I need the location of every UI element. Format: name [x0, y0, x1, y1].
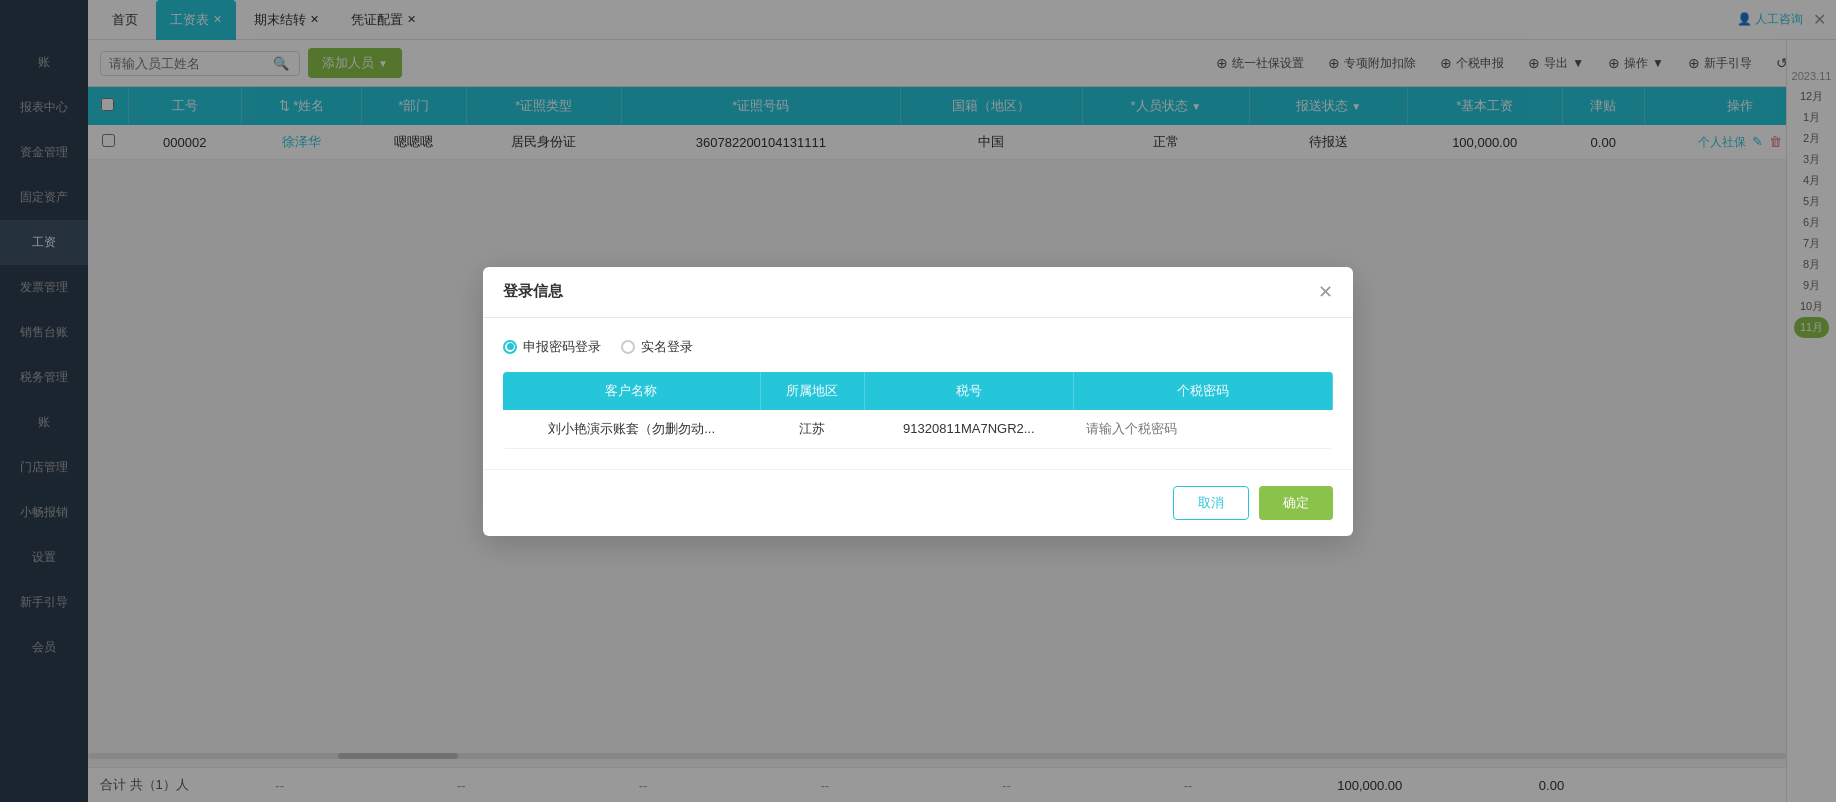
dialog-title: 登录信息: [503, 282, 563, 301]
radio-password-circle: [503, 340, 517, 354]
password-input[interactable]: [1086, 421, 1321, 436]
dialog-table-row: 刘小艳演示账套（勿删勿动... 江苏 91320811MA7NGR2...: [503, 410, 1333, 449]
radio-password-login[interactable]: 申报密码登录: [503, 338, 601, 356]
dialog-cell-taxid: 91320811MA7NGR2...: [864, 410, 1074, 449]
dialog-footer: 取消 确定: [483, 469, 1353, 536]
radio-group: 申报密码登录 实名登录: [503, 338, 1333, 356]
dialog-close-btn[interactable]: ✕: [1318, 281, 1333, 303]
dialog-overlay: 登录信息 ✕ 申报密码登录 实名登录 客户名称 所属: [0, 0, 1836, 802]
dialog-col-region: 所属地区: [760, 372, 864, 410]
confirm-button[interactable]: 确定: [1259, 486, 1333, 520]
radio-realname-circle: [621, 340, 635, 354]
dialog-cell-region: 江苏: [760, 410, 864, 449]
dialog-body: 申报密码登录 实名登录 客户名称 所属地区 税号 个税密码: [483, 318, 1353, 469]
radio-realname-login[interactable]: 实名登录: [621, 338, 693, 356]
dialog-col-taxid: 税号: [864, 372, 1074, 410]
login-dialog: 登录信息 ✕ 申报密码登录 实名登录 客户名称 所属: [483, 267, 1353, 536]
dialog-cell-name: 刘小艳演示账套（勿删勿动...: [503, 410, 760, 449]
dialog-cell-password[interactable]: [1074, 410, 1333, 449]
dialog-header: 登录信息 ✕: [483, 267, 1353, 318]
dialog-col-name: 客户名称: [503, 372, 760, 410]
cancel-button[interactable]: 取消: [1173, 486, 1249, 520]
dialog-table: 客户名称 所属地区 税号 个税密码 刘小艳演示账套（勿删勿动... 江苏 913…: [503, 372, 1333, 449]
dialog-col-password: 个税密码: [1074, 372, 1333, 410]
